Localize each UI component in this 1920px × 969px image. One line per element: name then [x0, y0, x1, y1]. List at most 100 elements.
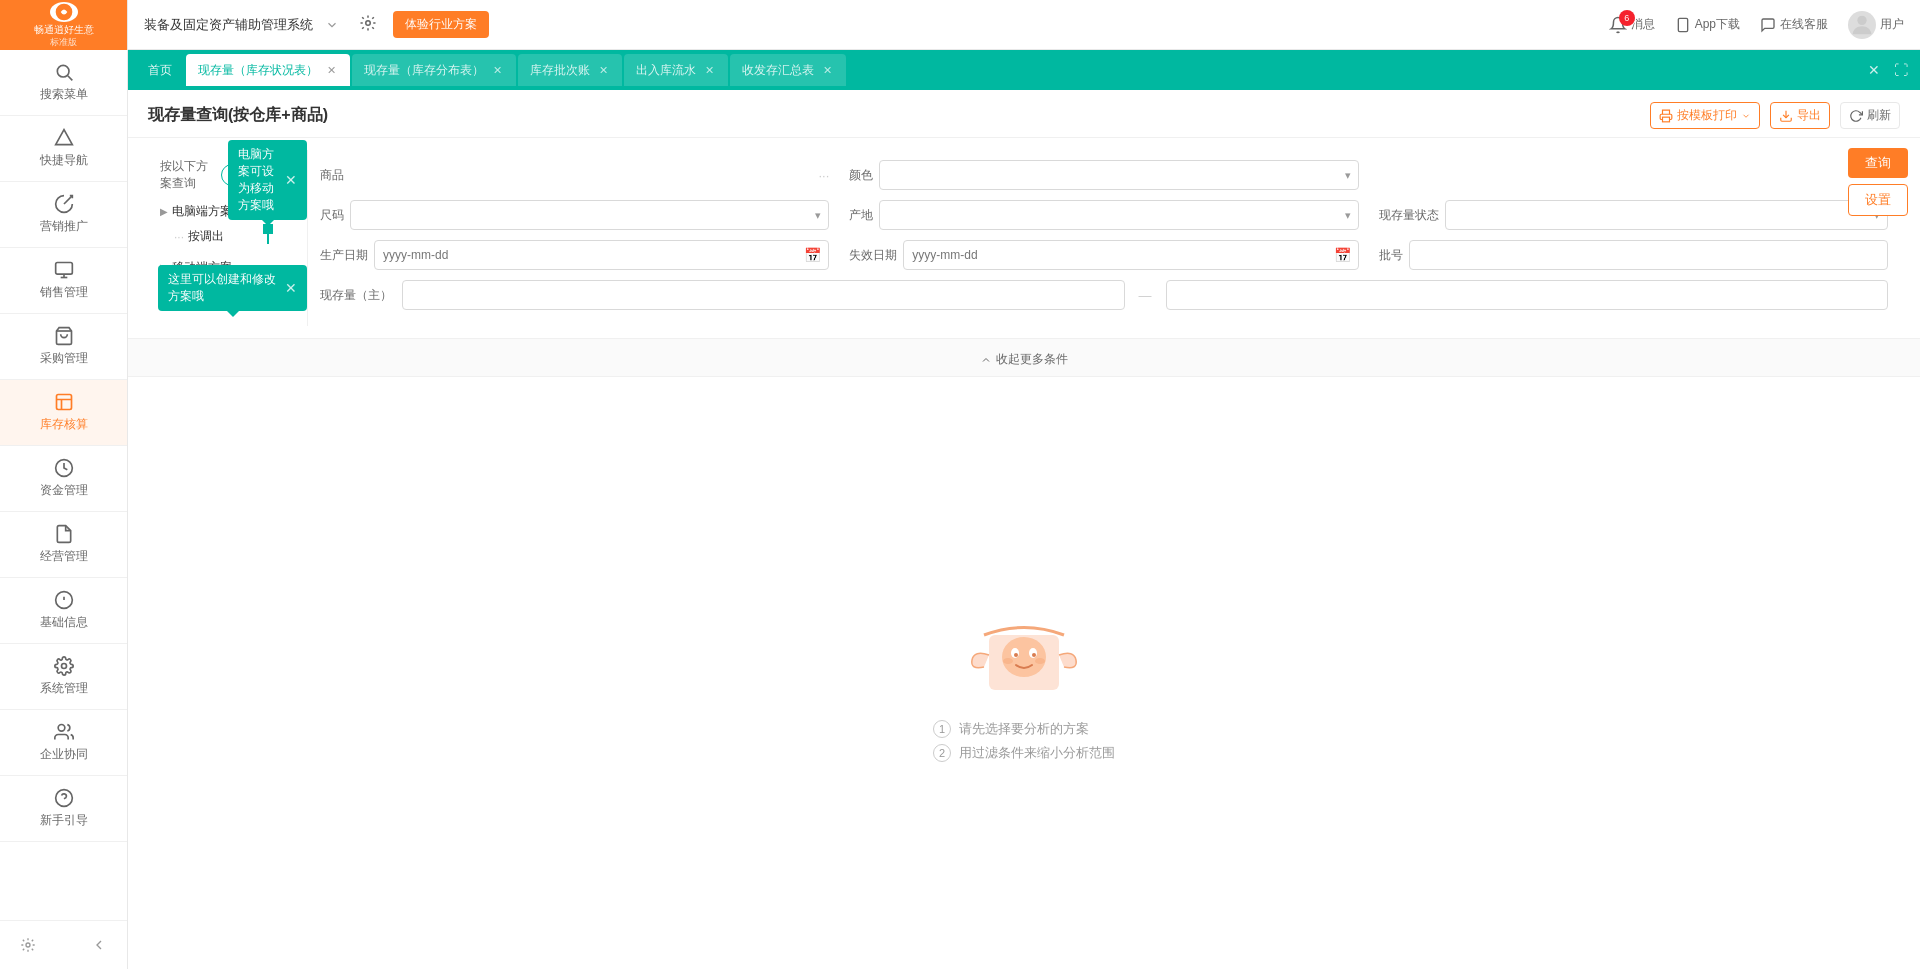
origin-select-wrapper	[879, 200, 1358, 230]
prod-date-wrapper: 📅	[374, 240, 829, 270]
export-btn[interactable]: 导出	[1770, 102, 1830, 129]
system-title: 装备及固定资产辅助管理系统	[144, 16, 313, 34]
reset-btn[interactable]: 设置	[1848, 184, 1908, 216]
system-dropdown[interactable]	[325, 18, 339, 32]
tab-batch-account[interactable]: 库存批次账 ✕	[518, 54, 622, 86]
collapse-filter-btn[interactable]: 收起更多条件	[968, 347, 1080, 372]
expiry-date-icon[interactable]: 📅	[1334, 247, 1351, 263]
expiry-date-field: 失效日期 📅	[849, 240, 1358, 270]
expiry-date-label: 失效日期	[849, 247, 897, 264]
batch-field: 批号	[1379, 240, 1888, 270]
sidebar-item-info[interactable]: 基础信息	[0, 578, 127, 644]
collapse-sidebar-btn[interactable]	[81, 931, 117, 959]
header-right: 6 消息 App下载 在线客服 用户	[1609, 11, 1904, 39]
page-actions: 按模板打印 导出 刷新	[1650, 102, 1900, 129]
tab-bar: 首页 现存量（库存状况表） ✕ 现存量（库存分布表） ✕ 库存批次账 ✕ 出入库…	[128, 50, 1920, 90]
plan-child-label: 按调出	[188, 228, 224, 245]
svg-point-25	[1002, 637, 1046, 677]
size-select[interactable]	[350, 200, 829, 230]
modify-tooltip: 这里可以创建和修改方案哦 ✕	[158, 265, 307, 311]
message-count: 6	[1619, 10, 1635, 26]
svg-rect-22	[1663, 117, 1670, 122]
color-label: 颜色	[849, 167, 873, 184]
tab-close-summary[interactable]: ✕	[820, 63, 834, 77]
tab-close-all-btn[interactable]: ✕	[1864, 58, 1884, 82]
color-select[interactable]	[879, 160, 1358, 190]
sidebar-item-system[interactable]: 系统管理	[0, 644, 127, 710]
goods-dots[interactable]: ···	[818, 168, 829, 183]
stock-status-select-wrapper	[1445, 200, 1888, 230]
svg-point-31	[1035, 658, 1045, 664]
sidebar-item-guide[interactable]: 新手引导	[0, 776, 127, 842]
sidebar-item-inventory[interactable]: 库存核算	[0, 380, 127, 446]
refresh-btn[interactable]: 刷新	[1840, 102, 1900, 129]
goods-label: 商品	[320, 167, 344, 184]
collapse-filter-bar: 收起更多条件	[128, 339, 1920, 377]
tab-close-inventory-dist[interactable]: ✕	[490, 63, 504, 77]
svg-rect-4	[55, 263, 72, 275]
expiry-date-wrapper: 📅	[903, 240, 1358, 270]
plan-tooltip: 电脑方案可设为移动方案哦 ✕	[228, 140, 307, 220]
app-download-btn[interactable]: App下载	[1675, 16, 1740, 33]
origin-label: 产地	[849, 207, 873, 224]
tip-number-2: 2	[933, 744, 951, 762]
settings-footer-btn[interactable]	[10, 931, 46, 959]
origin-select[interactable]	[879, 200, 1358, 230]
tab-inout-flow[interactable]: 出入库流水 ✕	[624, 54, 728, 86]
stock-main-input[interactable]	[402, 280, 1125, 310]
sidebar-item-operation[interactable]: 经营管理	[0, 512, 127, 578]
tab-home[interactable]: 首页	[136, 56, 184, 85]
tooltip-connector-dot	[263, 224, 273, 234]
tab-summary[interactable]: 收发存汇总表 ✕	[730, 54, 846, 86]
goods-field: 商品 ···	[320, 160, 829, 190]
stock-status-label: 现存量状态	[1379, 207, 1439, 224]
tab-fullscreen-btn[interactable]: ⛶	[1890, 58, 1912, 82]
prod-date-input[interactable]	[374, 240, 829, 270]
tab-inventory-status[interactable]: 现存量（库存状况表） ✕	[186, 54, 350, 86]
plan-tooltip-close[interactable]: ✕	[285, 172, 297, 188]
sidebar-item-marketing[interactable]: 营销推广	[0, 182, 127, 248]
header-settings-icon[interactable]	[359, 14, 377, 35]
query-btn[interactable]: 查询	[1848, 148, 1908, 178]
tab-close-batch[interactable]: ✕	[596, 63, 610, 77]
prod-date-icon[interactable]: 📅	[804, 247, 821, 263]
sidebar-item-sales[interactable]: 销售管理	[0, 248, 127, 314]
svg-point-28	[1014, 653, 1018, 657]
filter-area: 按以下方案查询 + ↺ ← ▶ 电脑端方案 ···	[128, 138, 1920, 339]
online-support-btn[interactable]: 在线客服	[1760, 16, 1828, 33]
experience-btn[interactable]: 体验行业方案	[393, 11, 489, 38]
prod-date-field: 生产日期 📅	[320, 240, 829, 270]
notification-badge: 6	[1609, 16, 1627, 34]
tab-close-flow[interactable]: ✕	[702, 63, 716, 77]
stock-main-input-end[interactable]	[1166, 280, 1889, 310]
filter-row-2: 尺码 产地 现存量状态	[320, 200, 1888, 230]
filter-label: 按以下方案查询	[160, 158, 215, 192]
empty-illustration	[964, 585, 1084, 708]
tooltip-connector-line	[267, 234, 269, 244]
sidebar-nav: 搜索菜单 快捷导航 营销推广 销售管理 采购管理 库存核算 资金管理 经营管理	[0, 50, 127, 920]
expiry-date-input[interactable]	[903, 240, 1358, 270]
plan-child-item[interactable]: ··· 按调出	[174, 225, 295, 248]
print-btn[interactable]: 按模板打印	[1650, 102, 1760, 129]
stock-status-select[interactable]	[1445, 200, 1888, 230]
filter-row-3: 生产日期 📅 失效日期 📅	[320, 240, 1888, 270]
svg-point-17	[26, 943, 30, 947]
tab-inventory-dist[interactable]: 现存量（库存分布表） ✕	[352, 54, 516, 86]
messages-btn[interactable]: 6 消息	[1609, 16, 1655, 34]
sidebar-item-search[interactable]: 搜索菜单	[0, 50, 127, 116]
modify-tooltip-close[interactable]: ✕	[285, 280, 297, 296]
sidebar-item-cooperation[interactable]: 企业协同	[0, 710, 127, 776]
batch-input[interactable]	[1409, 240, 1888, 270]
user-menu[interactable]: 用户	[1848, 11, 1904, 39]
sidebar-item-navigation[interactable]: 快捷导航	[0, 116, 127, 182]
color-select-wrapper	[879, 160, 1358, 190]
sidebar-item-finance[interactable]: 资金管理	[0, 446, 127, 512]
plan-tooltip-container: 电脑方案可设为移动方案哦 ✕	[228, 140, 307, 220]
query-actions: 查询 设置	[1848, 148, 1908, 216]
tip-number-1: 1	[933, 720, 951, 738]
svg-point-21	[1857, 15, 1866, 24]
tab-close-inventory-status[interactable]: ✕	[324, 63, 338, 77]
empty-state: 1 请先选择要分析的方案 2 用过滤条件来缩小分析范围	[128, 377, 1920, 969]
sidebar: 畅通逍好生意 标准版 搜索菜单 快捷导航 营销推广 销售管理 采购管理 库存核算	[0, 0, 128, 969]
sidebar-item-purchase[interactable]: 采购管理	[0, 314, 127, 380]
